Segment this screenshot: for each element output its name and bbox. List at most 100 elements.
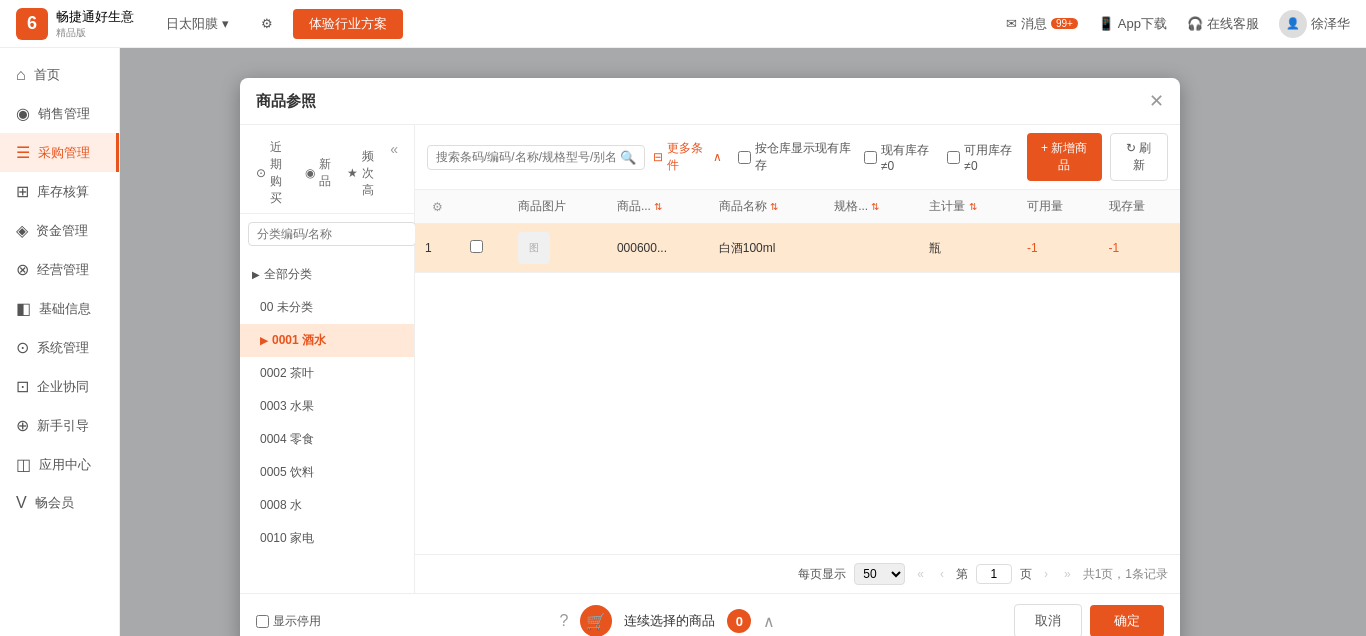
sidebar-item-finance[interactable]: ◈ 资金管理 bbox=[0, 211, 119, 250]
checkbox-current-stock-input[interactable] bbox=[864, 151, 877, 164]
sidebar-item-inventory[interactable]: ⊞ 库存核算 bbox=[0, 172, 119, 211]
sidebar-item-member[interactable]: V 畅会员 bbox=[0, 484, 119, 522]
enterprise-icon: ⊡ bbox=[16, 377, 29, 396]
product-thumbnail: 图 bbox=[518, 232, 550, 264]
cancel-button[interactable]: 取消 bbox=[1014, 604, 1082, 636]
guide-icon: ⊕ bbox=[16, 416, 29, 435]
main-area: 商品参照 ✕ ⊙ 近期购买 ◉ 新品 bbox=[120, 48, 1366, 636]
table-wrapper: ⚙ 商品图片 商品... ⇅ bbox=[415, 190, 1180, 273]
products-table: ⚙ 商品图片 商品... ⇅ bbox=[415, 190, 1180, 273]
product-reference-modal: 商品参照 ✕ ⊙ 近期购买 ◉ 新品 bbox=[240, 78, 1180, 636]
show-disabled-checkbox[interactable]: 显示停用 bbox=[256, 613, 321, 630]
category-item-0001[interactable]: ▶ 0001 酒水 bbox=[240, 324, 414, 357]
sidebar-item-guide[interactable]: ⊕ 新手引导 bbox=[0, 406, 119, 445]
sidebar: ⌂ 首页 ◉ 销售管理 ☰ 采购管理 ⊞ 库存核算 ◈ 资金管理 ⊗ 经营管理 … bbox=[0, 48, 120, 636]
modal-overlay: 商品参照 ✕ ⊙ 近期购买 ◉ 新品 bbox=[120, 48, 1366, 636]
modal-footer: 显示停用 ? 🛒 连续选择的商品 0 ∧ 取消 确定 bbox=[240, 593, 1180, 636]
add-product-button[interactable]: + 新增商品 bbox=[1027, 133, 1102, 181]
customer-service-nav-item[interactable]: 🎧 在线客服 bbox=[1187, 15, 1259, 33]
sidebar-item-purchase[interactable]: ☰ 采购管理 bbox=[0, 133, 119, 172]
checkbox-available-stock[interactable]: 可用库存≠0 bbox=[947, 142, 1018, 173]
category-item-0002[interactable]: 0002 茶叶 bbox=[240, 357, 414, 390]
per-page-select[interactable]: 10 20 50 100 bbox=[854, 563, 905, 585]
category-collapse-button[interactable]: « bbox=[382, 133, 406, 213]
checkbox-current-stock[interactable]: 现有库存≠0 bbox=[864, 142, 935, 173]
category-item-0008[interactable]: 0008 水 bbox=[240, 489, 414, 522]
category-item-all[interactable]: ▶ 全部分类 bbox=[240, 258, 414, 291]
category-search-input[interactable] bbox=[248, 222, 416, 246]
sidebar-item-business[interactable]: ⊗ 经营管理 bbox=[0, 250, 119, 289]
checkbox-warehouse-stock[interactable]: 按仓库显示现有库存 bbox=[738, 140, 852, 174]
trial-button[interactable]: 体验行业方案 bbox=[293, 9, 403, 39]
app-download-nav-item[interactable]: 📱 App下载 bbox=[1098, 15, 1167, 33]
category-item-0004[interactable]: 0004 零食 bbox=[240, 423, 414, 456]
tab-recent-purchase[interactable]: ⊙ 近期购买 bbox=[248, 133, 297, 213]
th-spec[interactable]: 规格... ⇅ bbox=[824, 190, 919, 224]
cell-stock: -1 bbox=[1099, 224, 1181, 273]
phone-icon: 📱 bbox=[1098, 16, 1114, 31]
top-navigation: 6 畅捷通好生意 精品版 日太阳膜 ▾ ⚙ 体验行业方案 ✉ 消息 99+ 📱 … bbox=[0, 0, 1366, 48]
first-page-button[interactable]: « bbox=[913, 565, 928, 583]
modal-body: ⊙ 近期购买 ◉ 新品 ★ 频次高 « bbox=[240, 125, 1180, 593]
cell-image: 图 bbox=[508, 224, 607, 273]
sort-arrows-unit: ⇅ bbox=[969, 201, 977, 212]
headset-icon: 🎧 bbox=[1187, 16, 1203, 31]
th-code[interactable]: 商品... ⇅ bbox=[607, 190, 709, 224]
cart-icon[interactable]: 🛒 bbox=[580, 605, 612, 636]
sidebar-item-home[interactable]: ⌂ 首页 bbox=[0, 56, 119, 94]
prev-page-button[interactable]: ‹ bbox=[936, 565, 948, 583]
help-icon[interactable]: ? bbox=[560, 612, 569, 630]
product-search-input[interactable] bbox=[436, 150, 616, 164]
category-item-00[interactable]: 00 未分类 bbox=[240, 291, 414, 324]
avatar: 👤 bbox=[1279, 10, 1307, 38]
purchase-icon: ☰ bbox=[16, 143, 30, 162]
th-unit[interactable]: 主计量 ⇅ bbox=[919, 190, 1017, 224]
settings-nav-icon[interactable]: ⚙ bbox=[249, 0, 285, 48]
row-checkbox[interactable] bbox=[470, 240, 483, 253]
store-selector[interactable]: 日太阳膜 ▾ bbox=[154, 0, 241, 48]
checkbox-warehouse-stock-input[interactable] bbox=[738, 151, 751, 164]
page-number-input[interactable] bbox=[976, 564, 1012, 584]
category-tabs: ⊙ 近期购买 ◉ 新品 ★ 频次高 « bbox=[240, 125, 414, 214]
th-check bbox=[460, 190, 508, 224]
checkbox-available-stock-input[interactable] bbox=[947, 151, 960, 164]
sidebar-item-appcenter[interactable]: ◫ 应用中心 bbox=[0, 445, 119, 484]
cell-name: 白酒100ml bbox=[709, 224, 824, 273]
sort-arrows-spec: ⇅ bbox=[871, 201, 879, 212]
th-name[interactable]: 商品名称 ⇅ bbox=[709, 190, 824, 224]
category-item-0005[interactable]: 0005 饮料 bbox=[240, 456, 414, 489]
modal-header: 商品参照 ✕ bbox=[240, 78, 1180, 125]
tab-frequent[interactable]: ★ 频次高 bbox=[339, 133, 382, 213]
refresh-button[interactable]: ↻ 刷新 bbox=[1110, 133, 1168, 181]
sidebar-item-enterprise[interactable]: ⊡ 企业协同 bbox=[0, 367, 119, 406]
sidebar-item-basic[interactable]: ◧ 基础信息 bbox=[0, 289, 119, 328]
category-list: ▶ 全部分类 00 未分类 ▶ 0001 酒水 0002 茶 bbox=[240, 254, 414, 593]
sales-icon: ◉ bbox=[16, 104, 30, 123]
recent-icon: ⊙ bbox=[256, 166, 266, 180]
next-page-button[interactable]: › bbox=[1040, 565, 1052, 583]
th-stock: 现存量 bbox=[1099, 190, 1181, 224]
show-disabled-input[interactable] bbox=[256, 615, 269, 628]
th-settings: ⚙ bbox=[415, 190, 460, 224]
category-search: 🔍 bbox=[240, 214, 414, 254]
modal-close-button[interactable]: ✕ bbox=[1149, 90, 1164, 112]
category-item-0010[interactable]: 0010 家电 bbox=[240, 522, 414, 555]
cell-check[interactable] bbox=[460, 224, 508, 273]
sidebar-item-system[interactable]: ⊙ 系统管理 bbox=[0, 328, 119, 367]
sidebar-item-sales[interactable]: ◉ 销售管理 bbox=[0, 94, 119, 133]
messages-nav-item[interactable]: ✉ 消息 99+ bbox=[1006, 15, 1078, 33]
confirm-button[interactable]: 确定 bbox=[1090, 605, 1164, 636]
table-row[interactable]: 1 图 000600... 白酒100ml bbox=[415, 224, 1180, 273]
category-item-0003[interactable]: 0003 水果 bbox=[240, 390, 414, 423]
page-total: 共1页，1条记录 bbox=[1083, 566, 1168, 583]
last-page-button[interactable]: » bbox=[1060, 565, 1075, 583]
product-search-box: 🔍 bbox=[427, 145, 645, 170]
product-search-icon[interactable]: 🔍 bbox=[620, 150, 636, 165]
tab-new-products[interactable]: ◉ 新品 bbox=[297, 133, 339, 213]
user-profile-nav-item[interactable]: 👤 徐泽华 bbox=[1279, 10, 1350, 38]
product-table: ⚙ 商品图片 商品... ⇅ bbox=[415, 190, 1180, 554]
table-header: ⚙ 商品图片 商品... ⇅ bbox=[415, 190, 1180, 224]
more-filters-button[interactable]: ⊟ 更多条件 ∧ bbox=[653, 140, 722, 174]
basic-icon: ◧ bbox=[16, 299, 31, 318]
footer-collapse-icon[interactable]: ∧ bbox=[763, 612, 775, 631]
